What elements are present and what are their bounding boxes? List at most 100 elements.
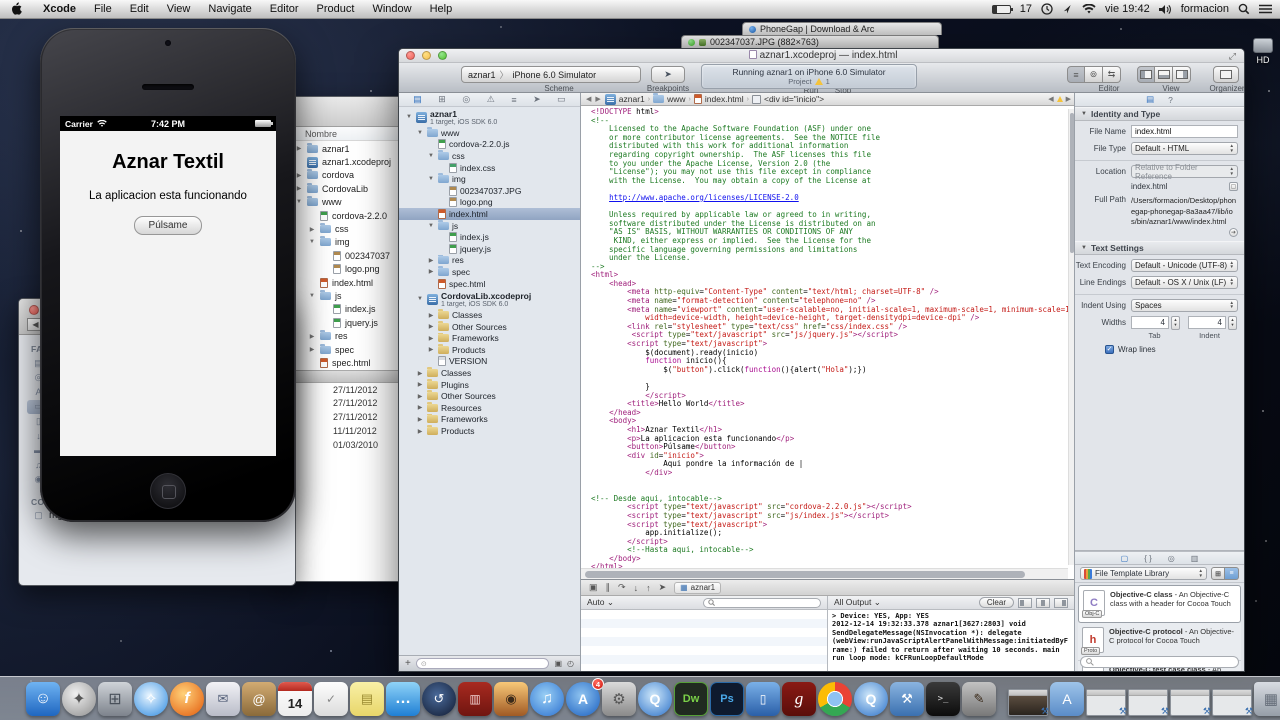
disclosure-triangle[interactable]: ▶ bbox=[308, 333, 316, 340]
breakpoint-navigator-icon[interactable]: ➤ bbox=[533, 94, 541, 105]
disclosure-triangle[interactable]: ▶ bbox=[416, 393, 424, 400]
filter-field[interactable]: ⊙ bbox=[415, 658, 550, 669]
disclosure-triangle[interactable]: ▼ bbox=[308, 293, 316, 299]
disclosure-triangle[interactable]: ▶ bbox=[427, 312, 435, 319]
navigator-row-other-sources[interactable]: ▶ Other Sources bbox=[399, 320, 580, 333]
text-settings-section-header[interactable]: ▼ Text Settings bbox=[1075, 240, 1244, 255]
version-editor-button[interactable]: ⇆ bbox=[1103, 66, 1121, 83]
app-store-icon[interactable]: A4 bbox=[566, 678, 604, 716]
menu-editor[interactable]: Editor bbox=[261, 0, 308, 19]
home-button[interactable] bbox=[150, 473, 186, 509]
disclosure-triangle[interactable]: ▶ bbox=[295, 185, 303, 192]
library-search-field[interactable] bbox=[1080, 656, 1239, 668]
disclosure-triangle[interactable]: ▼ bbox=[295, 199, 303, 205]
navigator-row-products[interactable]: ▶ Products bbox=[399, 344, 580, 356]
file-template-library-tab[interactable]: ▢ bbox=[1121, 554, 1129, 563]
minimized-window-3-icon[interactable] bbox=[1170, 689, 1211, 717]
wifi-icon[interactable] bbox=[1082, 3, 1096, 15]
notes-icon[interactable]: ▤ bbox=[350, 682, 384, 716]
battery-icon[interactable] bbox=[991, 4, 1013, 14]
disclosure-triangle[interactable]: ▼ bbox=[405, 114, 413, 120]
library-view-mode[interactable]: ⊞ ≡ bbox=[1211, 567, 1239, 580]
finder-icon[interactable]: ☺ bbox=[26, 682, 60, 716]
disclosure-triangle[interactable]: ▶ bbox=[427, 323, 435, 330]
log-navigator-icon[interactable]: ▭ bbox=[557, 94, 566, 105]
file-type-popup[interactable]: Default - HTML ▲ ▼ bbox=[1131, 142, 1238, 155]
media-library-tab[interactable]: ▥ bbox=[1191, 554, 1199, 563]
chrome-icon[interactable] bbox=[818, 682, 852, 716]
xcode-icon[interactable]: ⚒ bbox=[890, 682, 924, 716]
utilities-toggle[interactable] bbox=[1173, 66, 1191, 83]
calendar-icon[interactable]: 14 bbox=[278, 682, 312, 716]
editor-back-button[interactable]: ◀ bbox=[586, 95, 591, 103]
notification-center-icon[interactable] bbox=[1259, 4, 1272, 14]
add-button[interactable]: + bbox=[405, 658, 411, 669]
disclosure-triangle[interactable]: ▼ bbox=[427, 223, 435, 229]
time-machine-menu-icon[interactable] bbox=[1041, 3, 1053, 15]
navigator-row-index-css[interactable]: index.css bbox=[399, 162, 580, 174]
disclosure-triangle[interactable]: ▶ bbox=[416, 404, 424, 411]
menu-bar-clock[interactable]: vie 19:42 bbox=[1105, 3, 1150, 15]
breadcrumb-2[interactable]: index.html bbox=[693, 94, 744, 104]
disclosure-triangle[interactable]: ▶ bbox=[308, 226, 316, 233]
mail-icon[interactable]: ✉ bbox=[206, 682, 240, 716]
indent-width-field[interactable]: 4 bbox=[1188, 316, 1226, 329]
text-encoding-popup[interactable]: Default - Unicode (UTF-8) ▲ ▼ bbox=[1131, 258, 1238, 272]
navigator-row-cordovalib-xcodeproj[interactable]: ▼ CordovaLib.xcodeproj 1 target, iOS SDK 6… bbox=[399, 289, 580, 309]
xcode-titlebar[interactable]: aznar1.xcodeproj — index.html ⤢ bbox=[399, 49, 1244, 63]
applications-folder-icon[interactable]: A bbox=[1050, 682, 1084, 716]
filter-icon-1[interactable]: ▣ bbox=[554, 659, 562, 668]
file-name-field[interactable]: index.html bbox=[1131, 125, 1238, 138]
navigator-row-plugins[interactable]: ▶ Plugins bbox=[399, 378, 580, 391]
menu-navigate[interactable]: Navigate bbox=[199, 0, 260, 19]
disclosure-triangle[interactable]: ▼ bbox=[308, 239, 316, 245]
background-firefox-window-titlebar[interactable]: PhoneGap | Download & Arc bbox=[742, 22, 942, 35]
fullscreen-icon[interactable]: ⤢ bbox=[1229, 51, 1236, 62]
navigator-row-spec[interactable]: ▶ spec bbox=[399, 266, 580, 278]
breakpoints-button[interactable]: ➤ bbox=[651, 66, 685, 83]
list-view-button[interactable]: ≡ bbox=[1225, 567, 1239, 580]
assistant-editor-button[interactable]: ⊚ bbox=[1085, 66, 1103, 83]
disclosure-triangle[interactable]: ▶ bbox=[427, 257, 435, 264]
library-popup[interactable]: File Template Library ▲ ▼ bbox=[1080, 567, 1207, 580]
navigator-row-aznar1[interactable]: ▼ aznar1 1 target, iOS SDK 6.0 bbox=[399, 107, 580, 127]
navigator-row-classes[interactable]: ▶ Classes bbox=[399, 309, 580, 321]
safari-icon[interactable]: ✧ bbox=[134, 682, 168, 716]
file-inspector-tab[interactable]: ▤ bbox=[1146, 94, 1154, 105]
launchpad-icon[interactable]: ✦ bbox=[62, 682, 96, 716]
navigator-row-cordova-2-2-0-js[interactable]: cordova-2.2.0.js bbox=[399, 139, 580, 151]
simulate-location-button[interactable]: ➤ bbox=[659, 582, 667, 593]
dreamweaver-icon[interactable]: Dw bbox=[674, 682, 708, 716]
disclosure-triangle[interactable]: ▶ bbox=[427, 346, 435, 353]
disclosure-triangle[interactable]: ▶ bbox=[295, 172, 303, 179]
navigator-row-resources[interactable]: ▶ Resources bbox=[399, 402, 580, 414]
reminders-icon[interactable]: ✓ bbox=[314, 682, 348, 716]
search-navigator-icon[interactable]: ◎ bbox=[462, 94, 470, 105]
line-endings-popup[interactable]: Default - OS X / Unix (LF) ▲ ▼ bbox=[1131, 275, 1238, 289]
disclosure-triangle[interactable]: ▶ bbox=[427, 335, 435, 342]
iphoto-icon[interactable]: ◉ bbox=[494, 682, 528, 716]
menu-window[interactable]: Window bbox=[363, 0, 420, 19]
minimized-window-4-icon[interactable] bbox=[1212, 689, 1253, 717]
navigator-row-other-sources[interactable]: ▶ Other Sources bbox=[399, 390, 580, 402]
symbol-navigator-icon[interactable]: ⊞ bbox=[438, 94, 446, 105]
step-out-button[interactable]: ↑ bbox=[646, 583, 651, 593]
identity-section-header[interactable]: ▼ Identity and Type bbox=[1075, 107, 1244, 121]
menu-edit[interactable]: Edit bbox=[121, 0, 158, 19]
g-app-icon[interactable]: g bbox=[782, 682, 816, 716]
navigator-row-spec-html[interactable]: spec.html bbox=[399, 278, 580, 290]
disclosure-triangle[interactable]: ▶ bbox=[416, 428, 424, 435]
background-preview-window-titlebar[interactable]: 002347037.JPG (882×763) bbox=[681, 35, 939, 48]
apple-menu[interactable] bbox=[0, 2, 34, 16]
disclosure-triangle[interactable]: ▶ bbox=[295, 145, 303, 152]
debug-navigator-icon[interactable]: ≡ bbox=[511, 95, 516, 105]
navigator-toggle[interactable] bbox=[1137, 66, 1155, 83]
variables-list[interactable] bbox=[581, 610, 827, 671]
gimp-icon[interactable]: ✎ bbox=[962, 682, 996, 716]
contacts-icon[interactable]: @ bbox=[242, 682, 276, 716]
step-into-button[interactable]: ↓ bbox=[634, 583, 639, 593]
itunes-icon[interactable]: ♫ bbox=[530, 682, 564, 716]
menu-product[interactable]: Product bbox=[308, 0, 364, 19]
disclosure-triangle[interactable]: ▼ bbox=[416, 296, 424, 302]
hide-debug-icon[interactable]: ▣ bbox=[589, 582, 598, 593]
